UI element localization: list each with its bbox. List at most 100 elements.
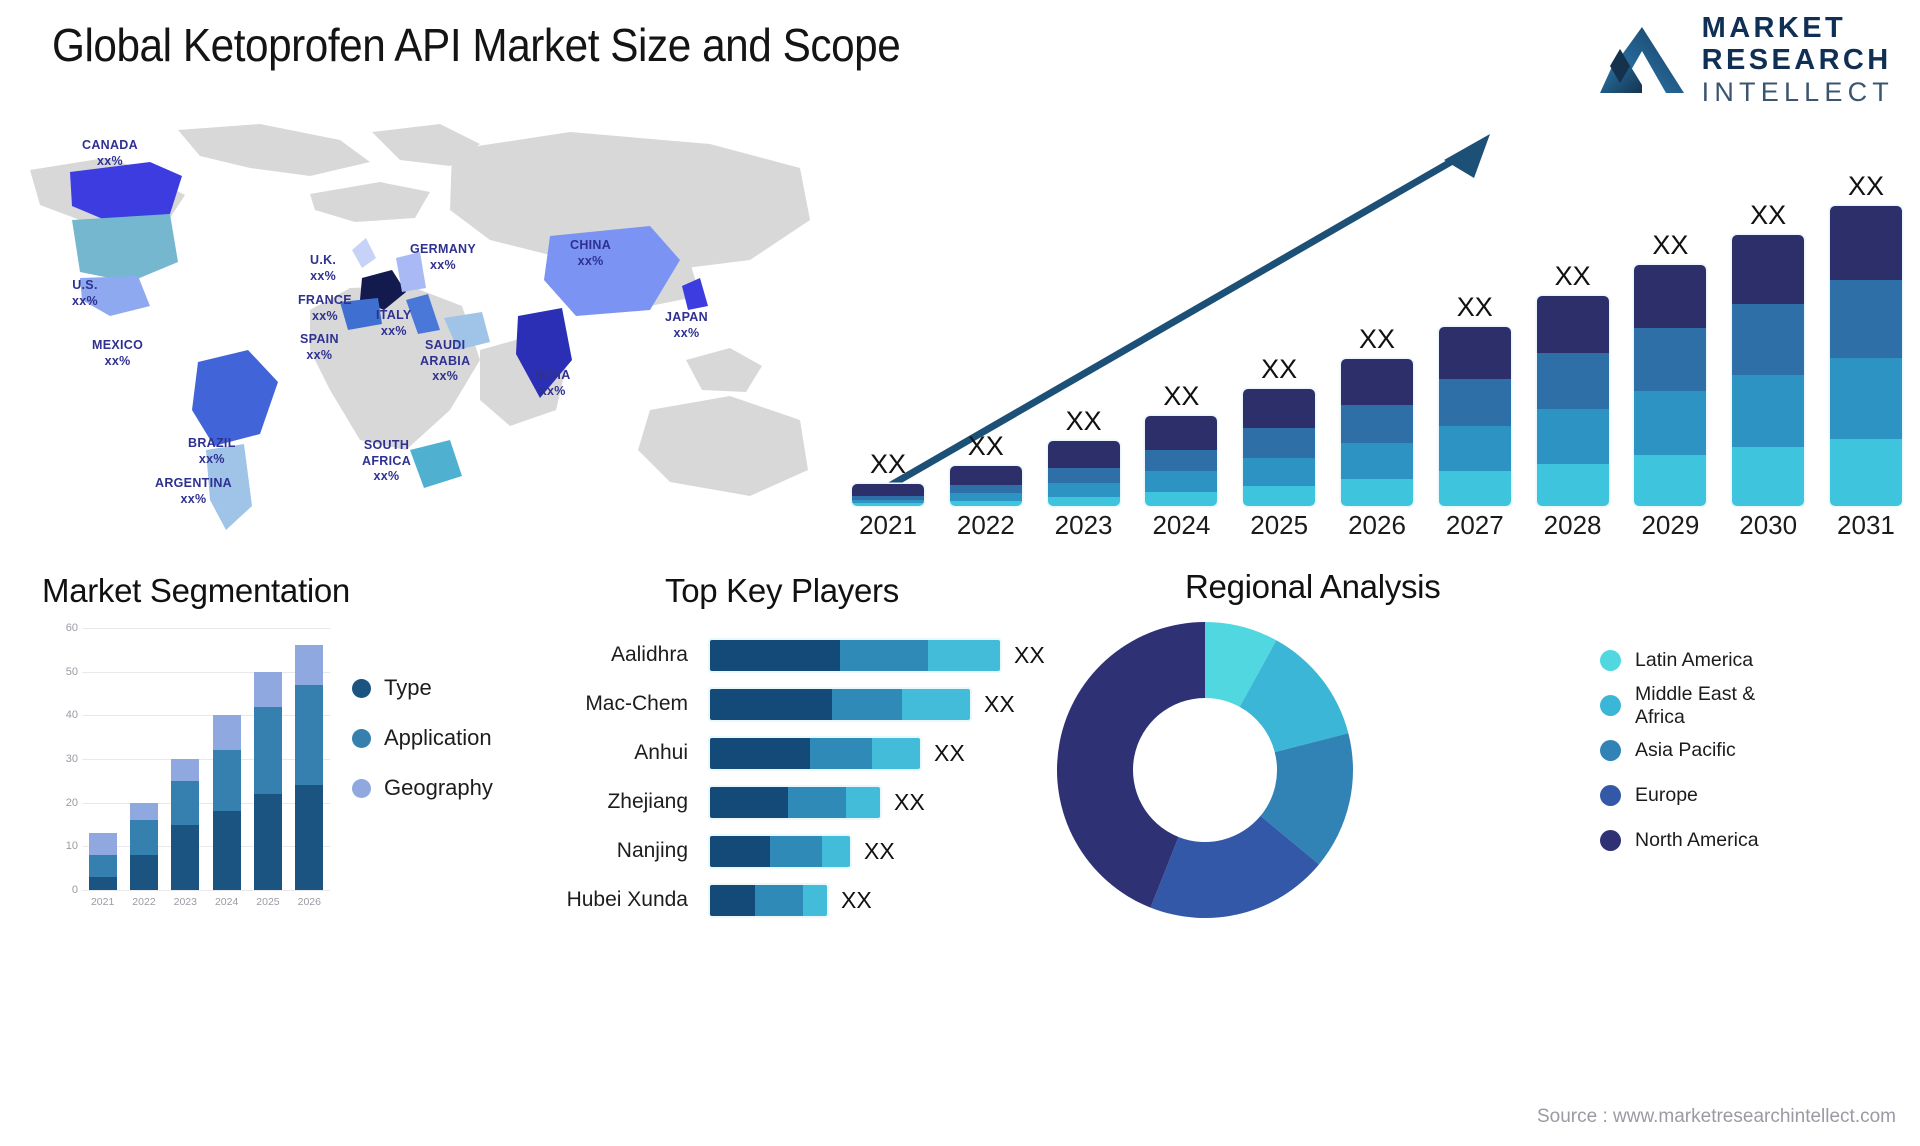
legend-label: Latin America bbox=[1635, 649, 1754, 672]
legend-label: Middle East & Africa bbox=[1635, 683, 1756, 728]
legend-label: Type bbox=[384, 675, 432, 700]
forecast-year-label: 2030 bbox=[1739, 510, 1798, 540]
segmentation-legend-item[interactable]: Type bbox=[352, 675, 493, 701]
key-player-value: XX bbox=[1014, 641, 1045, 668]
key-player-name: Mac-Chem bbox=[585, 692, 688, 715]
map-label-germany: GERMANY xx% bbox=[410, 242, 476, 272]
forecast-bar-segment bbox=[1145, 471, 1218, 492]
gridline bbox=[82, 890, 330, 891]
forecast-year-label: 2021 bbox=[859, 510, 917, 540]
brand-logo: MARKET RESEARCH INTELLECT bbox=[1596, 14, 1894, 106]
segmentation-legend-item[interactable]: Geography bbox=[352, 775, 493, 801]
forecast-bar-segment bbox=[1732, 447, 1805, 506]
y-axis-tick: 60 bbox=[65, 622, 78, 634]
regional-donut-chart bbox=[1057, 622, 1353, 918]
forecast-bar bbox=[1829, 206, 1902, 506]
key-player-value: XX bbox=[984, 690, 1015, 717]
map-label-japan: JAPAN xx% bbox=[665, 310, 708, 340]
legend-dot-icon bbox=[1600, 695, 1621, 717]
key-player-bar-segment bbox=[710, 884, 755, 916]
segmentation-x-axis: 2021 2022 2023 2024 2025 2026 bbox=[82, 896, 330, 908]
forecast-bar-segment bbox=[1829, 438, 1902, 506]
key-player-bar-segment bbox=[770, 835, 822, 867]
key-player-bar-segment bbox=[810, 737, 872, 769]
forecast-year-label: 2023 bbox=[1054, 510, 1113, 540]
forecast-bar-segment bbox=[1732, 374, 1805, 447]
forecast-bar-segment bbox=[1634, 455, 1707, 506]
key-player-value: XX bbox=[864, 837, 895, 864]
forecast-bar-column: XX bbox=[1438, 292, 1511, 506]
map-label-italy: ITALY xx% bbox=[376, 308, 412, 338]
key-player-row: Hubei Xunda XX bbox=[520, 880, 1100, 920]
forecast-bar-segment bbox=[1340, 479, 1413, 506]
key-player-row: Anhui XX bbox=[520, 733, 1100, 773]
regional-legend-item[interactable]: Europe bbox=[1600, 773, 1785, 818]
segmentation-legend-item[interactable]: Application bbox=[352, 725, 493, 751]
regional-legend-item[interactable]: Middle East & Africa bbox=[1600, 683, 1785, 728]
key-player-bar-segment bbox=[710, 639, 840, 671]
forecast-bar-segment bbox=[1634, 265, 1707, 329]
regional-legend-item[interactable]: Latin America bbox=[1600, 638, 1785, 683]
y-axis-tick: 20 bbox=[65, 796, 78, 809]
forecast-year-label: 2031 bbox=[1837, 510, 1895, 540]
segmentation-x-label: 2026 bbox=[297, 896, 321, 908]
map-label-china: CHINA xx% bbox=[570, 238, 612, 268]
segmentation-bar-segment bbox=[88, 876, 117, 890]
legend-dot-icon bbox=[352, 678, 371, 698]
forecast-year-label: 2022 bbox=[956, 510, 1015, 540]
segmentation-bar-segment bbox=[171, 824, 200, 890]
segmentation-bar bbox=[253, 671, 282, 890]
key-player-row: Aalidhra XX bbox=[520, 635, 1100, 675]
map-label-spain: SPAIN xx% bbox=[300, 332, 339, 362]
segmentation-bar bbox=[295, 645, 324, 890]
segmentation-bar-segment bbox=[295, 645, 324, 685]
forecast-bar-segment bbox=[1536, 463, 1609, 506]
segmentation-bar-segment bbox=[253, 793, 282, 890]
forecast-bar bbox=[1634, 265, 1707, 506]
forecast-bar-value: XX bbox=[1163, 380, 1200, 411]
key-player-bar bbox=[710, 688, 970, 720]
forecast-bar-segment bbox=[852, 503, 924, 506]
legend-label: Application bbox=[384, 725, 492, 750]
forecast-bar bbox=[1732, 234, 1805, 506]
segmentation-plot: 0 10 20 30 40 50 60 bbox=[66, 622, 330, 896]
forecast-chart: XX XX XX XX XX XX XX XX XX XX XX 2021 2022 2023 2024 2… bbox=[830, 120, 1915, 550]
segmentation-bars bbox=[82, 628, 330, 890]
key-player-bar-segment bbox=[710, 835, 770, 867]
segmentation-x-label: 2024 bbox=[214, 896, 239, 908]
forecast-bar-column: XX bbox=[1829, 171, 1902, 506]
forecast-bar-segment bbox=[1829, 206, 1902, 281]
logo-line-1: MARKET bbox=[1701, 12, 1847, 44]
forecast-bar-value: XX bbox=[967, 430, 1004, 461]
regional-legend-item[interactable]: North America bbox=[1600, 818, 1785, 863]
legend-label: North America bbox=[1635, 829, 1759, 852]
legend-label: Europe bbox=[1635, 784, 1698, 807]
forecast-year-label: 2029 bbox=[1641, 510, 1700, 540]
regional-legend-item[interactable]: Asia Pacific bbox=[1600, 728, 1785, 773]
y-axis-tick: 0 bbox=[71, 884, 78, 896]
forecast-bar-segment bbox=[1438, 471, 1511, 506]
segmentation-bar-segment bbox=[212, 811, 241, 890]
forecast-bar-value: XX bbox=[1554, 261, 1591, 292]
forecast-bar-column: XX bbox=[1243, 354, 1316, 506]
forecast-bar-segment bbox=[1047, 483, 1120, 497]
segmentation-bar-segment bbox=[295, 684, 324, 786]
forecast-year-label: 2024 bbox=[1152, 510, 1211, 540]
forecast-bar-value: XX bbox=[1358, 324, 1395, 355]
forecast-year-label: 2025 bbox=[1250, 510, 1309, 540]
forecast-bar-segment bbox=[949, 493, 1022, 501]
key-player-bar-segment bbox=[803, 884, 827, 916]
forecast-bar bbox=[852, 484, 924, 506]
map-label-saudi-arabia: SAUDI ARABIA xx% bbox=[420, 338, 471, 384]
segmentation-x-label: 2021 bbox=[90, 896, 115, 908]
regional-analysis-title: Regional Analysis bbox=[1185, 568, 1441, 605]
key-player-value: XX bbox=[894, 788, 925, 815]
logo-line-3: INTELLECT bbox=[1701, 77, 1894, 107]
segmentation-legend: Type Application Geography bbox=[352, 675, 493, 801]
key-player-bar-segment bbox=[832, 688, 902, 720]
map-label-us: U.S. xx% bbox=[72, 278, 98, 308]
map-label-mexico: MEXICO xx% bbox=[92, 338, 144, 368]
forecast-bar-segment bbox=[1536, 409, 1609, 464]
key-player-bar-segment bbox=[710, 688, 832, 720]
forecast-bar bbox=[1438, 326, 1511, 506]
